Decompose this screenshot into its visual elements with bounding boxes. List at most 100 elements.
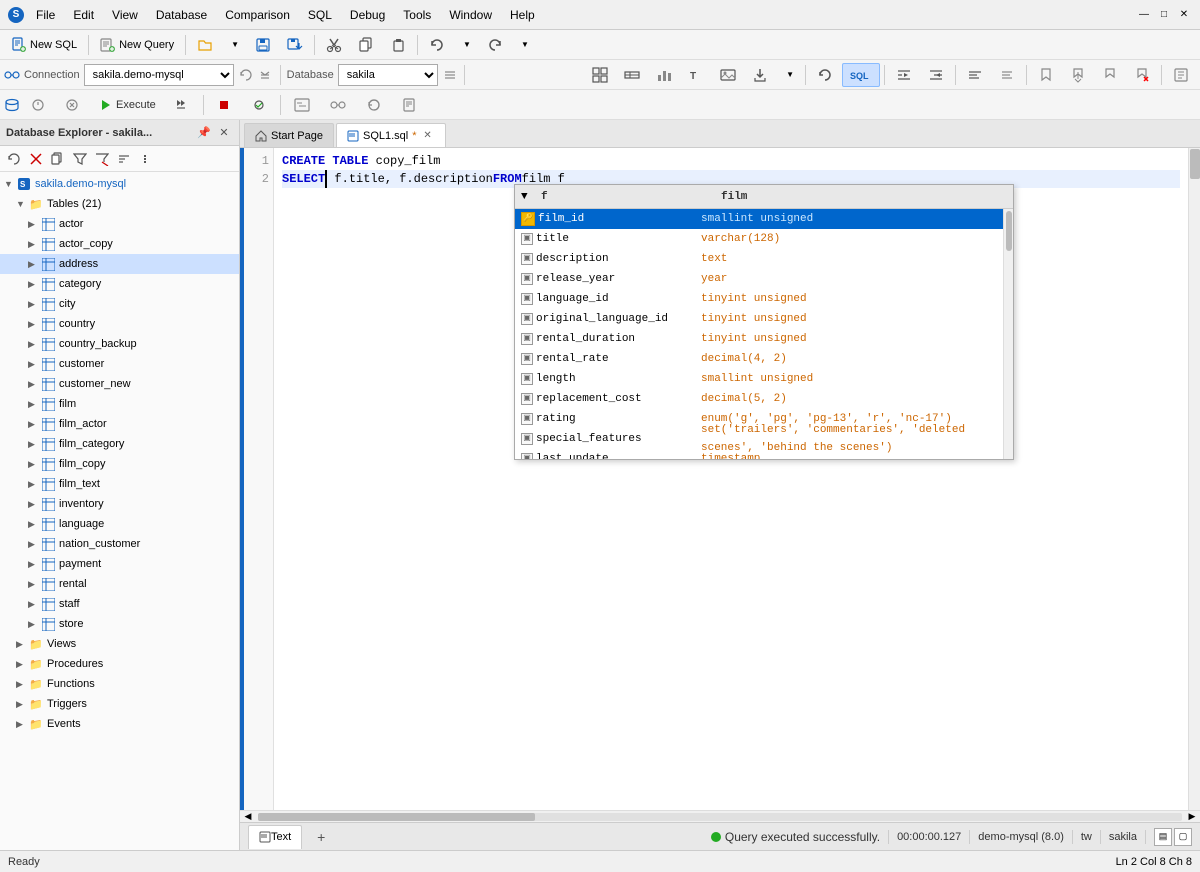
paste-button[interactable] [383, 33, 413, 57]
redo-dropdown-button[interactable]: ▼ [512, 33, 536, 57]
redo-button[interactable] [480, 33, 510, 57]
bookmark-button[interactable] [1031, 63, 1061, 87]
execute-button[interactable]: Execute [90, 93, 165, 117]
new-query-button[interactable]: New Query [93, 33, 181, 57]
tree-item-actor-copy[interactable]: ▶ actor_copy [0, 234, 239, 254]
tree-item-nation-customer[interactable]: ▶ nation_customer [0, 534, 239, 554]
script-button[interactable] [393, 93, 427, 117]
tree-item-category[interactable]: ▶ category [0, 274, 239, 294]
panel-collapse-button[interactable] [114, 149, 134, 169]
minimize-button[interactable]: — [1136, 7, 1152, 23]
maximize-button[interactable]: □ [1156, 7, 1172, 23]
connection-close-button[interactable] [56, 93, 88, 117]
tree-item-staff[interactable]: ▶ staff [0, 594, 239, 614]
new-sql-button[interactable]: New SQL [4, 33, 84, 57]
tree-item-root[interactable]: ▼ S sakila.demo-mysql [0, 174, 239, 194]
image-button[interactable] [713, 63, 743, 87]
ac-row-film-id[interactable]: 🔑 film_id smallint unsigned [515, 209, 1013, 229]
ac-row-release-year[interactable]: ▣ release_year year [515, 269, 1013, 289]
ac-row-language-id[interactable]: ▣ language_id tinyint unsigned [515, 289, 1013, 309]
decrease-indent-button[interactable] [921, 63, 951, 87]
close-button[interactable]: ✕ [1176, 7, 1192, 23]
menu-tools[interactable]: Tools [395, 6, 439, 24]
ac-row-title[interactable]: ▣ title varchar(128) [515, 229, 1013, 249]
tree-item-customer[interactable]: ▶ customer [0, 354, 239, 374]
format-sql-button[interactable] [285, 93, 319, 117]
tree-item-film[interactable]: ▶ film [0, 394, 239, 414]
tree-item-film-actor[interactable]: ▶ film_actor [0, 414, 239, 434]
clear-bookmarks-button[interactable] [1127, 63, 1157, 87]
tree-item-triggers[interactable]: ▶ 📁 Triggers [0, 694, 239, 714]
ac-scrollbar[interactable] [1003, 209, 1013, 459]
scroll-right-button[interactable]: ▶ [1184, 812, 1200, 822]
editor-scrollbar[interactable] [1188, 148, 1200, 810]
panel-filter-button[interactable] [70, 149, 90, 169]
tree-item-rental[interactable]: ▶ rental [0, 574, 239, 594]
next-bookmark-button[interactable] [1095, 63, 1125, 87]
menu-sql[interactable]: SQL [300, 6, 340, 24]
panel-pin-icon[interactable]: 📌 [195, 124, 213, 142]
increase-indent-button[interactable] [889, 63, 919, 87]
connection-open-button[interactable] [22, 93, 54, 117]
undo-button[interactable] [422, 33, 452, 57]
tree-item-functions[interactable]: ▶ 📁 Functions [0, 674, 239, 694]
panel-menu-button[interactable] [136, 149, 156, 169]
prev-bookmark-button[interactable] [1063, 63, 1093, 87]
tree-item-inventory[interactable]: ▶ inventory [0, 494, 239, 514]
menu-help[interactable]: Help [502, 6, 543, 24]
chart-button[interactable] [649, 63, 679, 87]
panel-close-icon[interactable]: ✕ [215, 124, 233, 142]
export-dropdown-button[interactable]: ▼ [777, 63, 801, 87]
panel-refresh-button[interactable] [4, 149, 24, 169]
tree-item-events[interactable]: ▶ 📁 Events [0, 714, 239, 734]
comment-button[interactable] [960, 63, 990, 87]
code-editor[interactable]: CREATE TABLE copy_film SELECT f.title, f… [274, 148, 1188, 810]
connection-select[interactable]: sakila.demo-mysql [84, 64, 234, 86]
sql-mode-button[interactable]: SQL [842, 63, 880, 87]
execute-all-button[interactable] [167, 93, 199, 117]
cut-button[interactable] [319, 33, 349, 57]
database-select[interactable]: sakila [338, 64, 438, 86]
panel-copy-button[interactable] [48, 149, 68, 169]
panel-filter-remove-button[interactable] [92, 149, 112, 169]
ac-row-replacement-cost[interactable]: ▣ replacement_cost decimal(5, 2) [515, 389, 1013, 409]
view-icon-2[interactable]: ▢ [1174, 828, 1192, 846]
scroll-left-button[interactable]: ◀ [240, 812, 256, 822]
tree-item-country[interactable]: ▶ country [0, 314, 239, 334]
tree-item-country-backup[interactable]: ▶ country_backup [0, 334, 239, 354]
menu-window[interactable]: Window [441, 6, 500, 24]
panel-delete-button[interactable] [26, 149, 46, 169]
tree-item-procedures[interactable]: ▶ 📁 Procedures [0, 654, 239, 674]
tree-item-address[interactable]: ▶ address [0, 254, 239, 274]
tree-item-city[interactable]: ▶ city [0, 294, 239, 314]
undo-dropdown-button[interactable]: ▼ [454, 33, 478, 57]
details-button[interactable] [1166, 63, 1196, 87]
tree-item-customer-new[interactable]: ▶ customer_new [0, 374, 239, 394]
tree-item-store[interactable]: ▶ store [0, 614, 239, 634]
open-dropdown-button[interactable]: ▼ [222, 33, 246, 57]
ac-row-rental-duration[interactable]: ▣ rental_duration tinyint unsigned [515, 329, 1013, 349]
stop-button[interactable] [208, 93, 240, 117]
tree-item-actor[interactable]: ▶ actor [0, 214, 239, 234]
ac-row-description[interactable]: ▣ description text [515, 249, 1013, 269]
commit-button[interactable] [242, 93, 276, 117]
menu-comparison[interactable]: Comparison [217, 6, 298, 24]
ac-row-original-language-id[interactable]: ▣ original_language_id tinyint unsigned [515, 309, 1013, 329]
menu-file[interactable]: File [28, 6, 63, 24]
ac-row-last-update[interactable]: ▣ last_update timestamp [515, 449, 1013, 459]
explain-button[interactable] [321, 93, 355, 117]
view-icon-1[interactable]: ▤ [1154, 828, 1172, 846]
export-button[interactable] [745, 63, 775, 87]
tree-item-film-copy[interactable]: ▶ film_copy [0, 454, 239, 474]
sql-tab-close-button[interactable]: ✕ [421, 129, 435, 143]
tree-item-film-text[interactable]: ▶ film_text [0, 474, 239, 494]
grid-button[interactable] [617, 63, 647, 87]
result-tab-text[interactable]: Text [248, 825, 302, 849]
menu-debug[interactable]: Debug [342, 6, 393, 24]
tree-item-film-category[interactable]: ▶ film_category [0, 434, 239, 454]
menu-database[interactable]: Database [148, 6, 215, 24]
ac-row-rental-rate[interactable]: ▣ rental_rate decimal(4, 2) [515, 349, 1013, 369]
tree-item-tables[interactable]: ▼ 📁 Tables (21) [0, 194, 239, 214]
format-button[interactable] [585, 63, 615, 87]
refresh-button[interactable] [810, 63, 840, 87]
